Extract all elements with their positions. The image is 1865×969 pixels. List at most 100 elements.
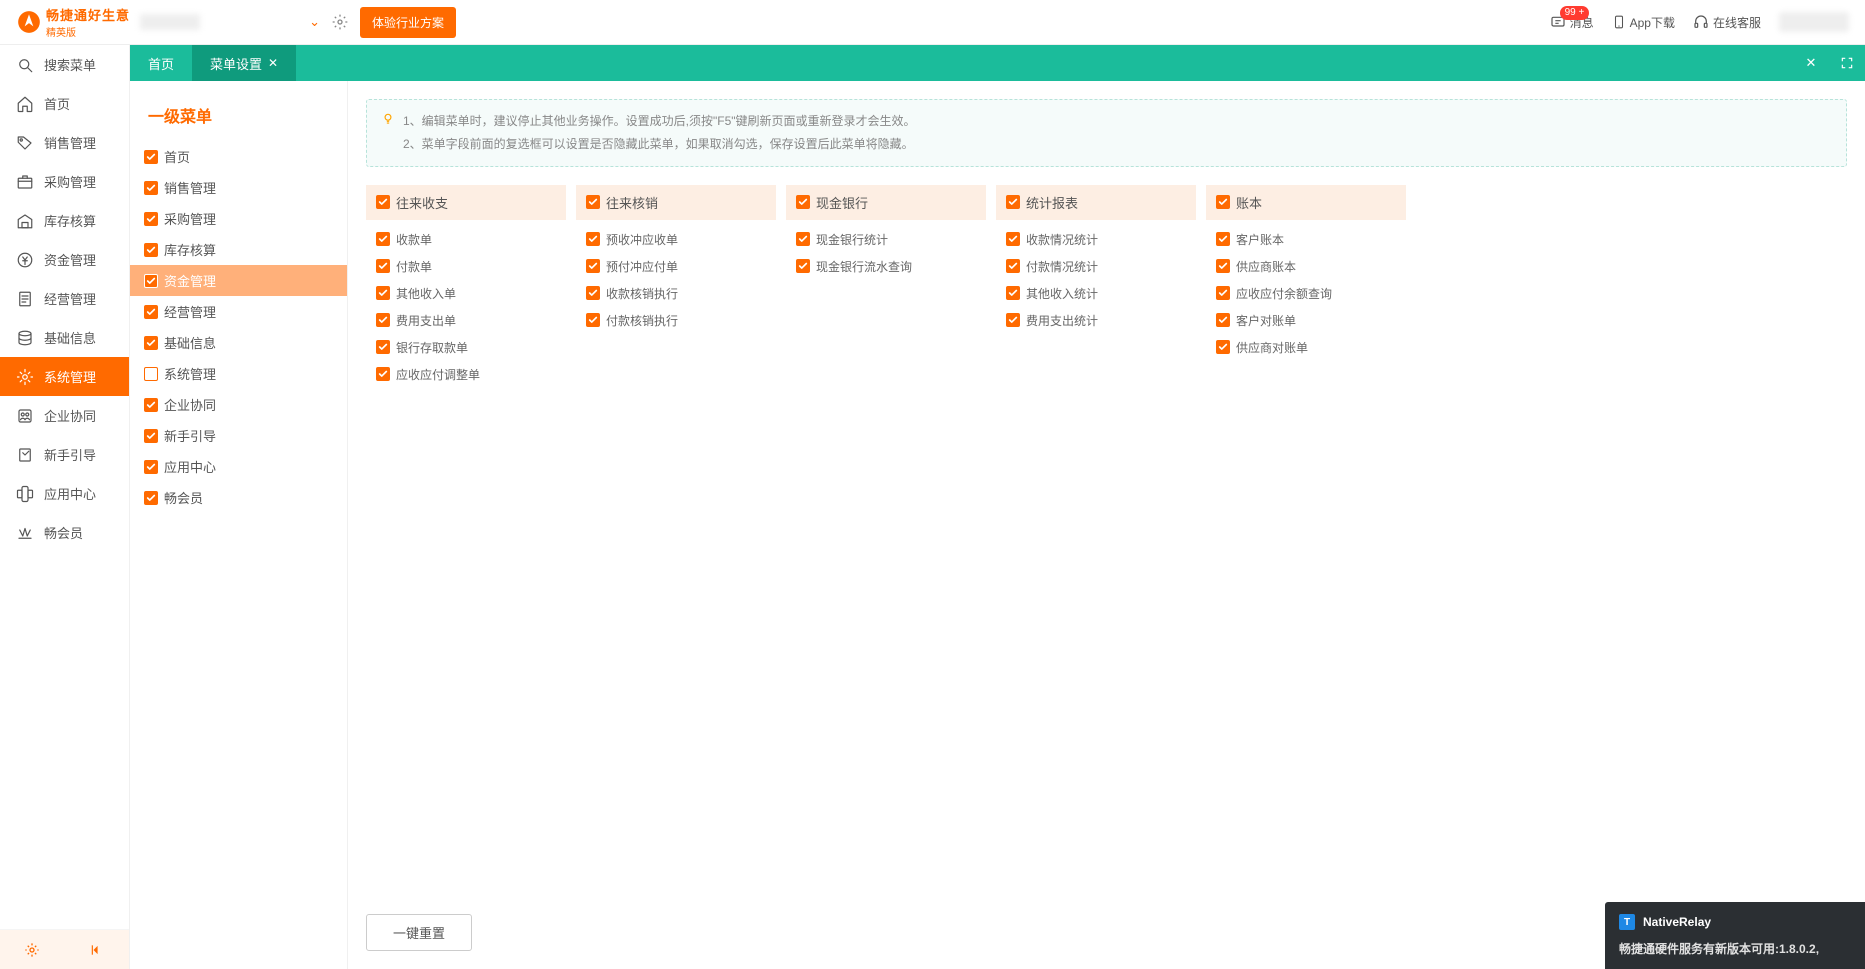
sidebar-item-12[interactable]: 畅会员 — [0, 513, 129, 552]
checkbox[interactable] — [586, 286, 600, 300]
footer-settings-button[interactable] — [0, 930, 65, 969]
checkbox[interactable] — [144, 305, 158, 319]
sub-menu-item[interactable]: 供应商对账单 — [1210, 334, 1402, 361]
level1-item-5[interactable]: 经营管理 — [130, 296, 347, 327]
checkbox[interactable] — [144, 367, 158, 381]
checkbox[interactable] — [586, 232, 600, 246]
sub-menu-item[interactable]: 预付冲应付单 — [580, 253, 772, 280]
reset-button[interactable]: 一键重置 — [366, 914, 472, 951]
sub-menu-item[interactable]: 应收应付余额查询 — [1210, 280, 1402, 307]
group-header[interactable]: 往来核销 — [576, 185, 776, 220]
sidebar-item-7[interactable]: 基础信息 — [0, 318, 129, 357]
checkbox[interactable] — [1006, 232, 1020, 246]
close-icon[interactable]: ✕ — [268, 56, 278, 70]
level1-item-2[interactable]: 采购管理 — [130, 203, 347, 234]
level1-item-0[interactable]: 首页 — [130, 141, 347, 172]
sub-menu-item[interactable]: 应收应付调整单 — [370, 361, 562, 388]
checkbox[interactable] — [144, 243, 158, 257]
sub-menu-item[interactable]: 费用支出统计 — [1000, 307, 1192, 334]
group-header[interactable]: 账本 — [1206, 185, 1406, 220]
sub-menu-item[interactable]: 其他收入统计 — [1000, 280, 1192, 307]
checkbox[interactable] — [796, 232, 810, 246]
level1-item-1[interactable]: 销售管理 — [130, 172, 347, 203]
settings-icon[interactable] — [332, 14, 348, 30]
group-header[interactable]: 统计报表 — [996, 185, 1196, 220]
sub-menu-item[interactable]: 付款情况统计 — [1000, 253, 1192, 280]
sidebar-item-1[interactable]: 首页 — [0, 84, 129, 123]
level1-item-7[interactable]: 系统管理 — [130, 358, 347, 389]
org-selector[interactable]: ⌄ — [140, 14, 320, 30]
group-header[interactable]: 现金银行 — [786, 185, 986, 220]
sub-menu-item[interactable]: 银行存取款单 — [370, 334, 562, 361]
sidebar-item-3[interactable]: 采购管理 — [0, 162, 129, 201]
level1-item-11[interactable]: 畅会员 — [130, 482, 347, 513]
checkbox[interactable] — [796, 259, 810, 273]
tab-menu-settings[interactable]: 菜单设置 ✕ — [192, 45, 296, 81]
sub-menu-item[interactable]: 付款核销执行 — [580, 307, 772, 334]
sidebar-item-10[interactable]: 新手引导 — [0, 435, 129, 474]
checkbox[interactable] — [586, 259, 600, 273]
checkbox[interactable] — [144, 212, 158, 226]
checkbox[interactable] — [796, 195, 810, 209]
checkbox[interactable] — [1006, 259, 1020, 273]
sidebar-item-2[interactable]: 销售管理 — [0, 123, 129, 162]
checkbox[interactable] — [144, 460, 158, 474]
customer-service-button[interactable]: 在线客服 — [1693, 14, 1761, 31]
sub-menu-item[interactable]: 客户对账单 — [1210, 307, 1402, 334]
checkbox[interactable] — [376, 340, 390, 354]
sidebar-item-4[interactable]: 库存核算 — [0, 201, 129, 240]
checkbox[interactable] — [144, 336, 158, 350]
checkbox[interactable] — [144, 150, 158, 164]
footer-collapse-button[interactable] — [65, 930, 130, 969]
level1-item-9[interactable]: 新手引导 — [130, 420, 347, 451]
sub-menu-item[interactable]: 其他收入单 — [370, 280, 562, 307]
checkbox[interactable] — [1216, 313, 1230, 327]
level1-item-10[interactable]: 应用中心 — [130, 451, 347, 482]
sidebar-item-5[interactable]: 资金管理 — [0, 240, 129, 279]
sub-menu-item[interactable]: 客户账本 — [1210, 226, 1402, 253]
sub-menu-item[interactable]: 收款单 — [370, 226, 562, 253]
sub-menu-item[interactable]: 供应商账本 — [1210, 253, 1402, 280]
checkbox[interactable] — [144, 181, 158, 195]
sub-menu-item[interactable]: 现金银行流水查询 — [790, 253, 982, 280]
tab-close-all-button[interactable]: ✕ — [1793, 45, 1829, 81]
group-header[interactable]: 往来收支 — [366, 185, 566, 220]
checkbox[interactable] — [586, 313, 600, 327]
checkbox[interactable] — [1216, 286, 1230, 300]
sidebar-item-9[interactable]: 企业协同 — [0, 396, 129, 435]
checkbox[interactable] — [376, 195, 390, 209]
sidebar-item-11[interactable]: 应用中心 — [0, 474, 129, 513]
checkbox[interactable] — [376, 286, 390, 300]
app-download-button[interactable]: App下载 — [1612, 14, 1675, 31]
checkbox[interactable] — [144, 398, 158, 412]
checkbox[interactable] — [1216, 259, 1230, 273]
checkbox[interactable] — [376, 367, 390, 381]
sub-menu-item[interactable]: 费用支出单 — [370, 307, 562, 334]
checkbox[interactable] — [376, 313, 390, 327]
checkbox[interactable] — [1216, 232, 1230, 246]
messages-button[interactable]: 99 + 消息 — [1550, 14, 1594, 31]
industry-plan-button[interactable]: 体验行业方案 — [360, 7, 456, 38]
tab-home[interactable]: 首页 — [130, 45, 192, 81]
sub-menu-item[interactable]: 付款单 — [370, 253, 562, 280]
checkbox[interactable] — [1006, 286, 1020, 300]
checkbox[interactable] — [144, 274, 158, 288]
checkbox[interactable] — [586, 195, 600, 209]
checkbox[interactable] — [1006, 195, 1020, 209]
sub-menu-item[interactable]: 预收冲应收单 — [580, 226, 772, 253]
sidebar-item-6[interactable]: 经营管理 — [0, 279, 129, 318]
level1-item-3[interactable]: 库存核算 — [130, 234, 347, 265]
sub-menu-item[interactable]: 现金银行统计 — [790, 226, 982, 253]
checkbox[interactable] — [376, 232, 390, 246]
level1-item-4[interactable]: 资金管理 — [130, 265, 347, 296]
fullscreen-button[interactable] — [1829, 45, 1865, 81]
sub-menu-item[interactable]: 收款情况统计 — [1000, 226, 1192, 253]
sidebar-item-0[interactable]: 搜索菜单 — [0, 45, 129, 84]
level1-item-6[interactable]: 基础信息 — [130, 327, 347, 358]
checkbox[interactable] — [1006, 313, 1020, 327]
checkbox[interactable] — [1216, 340, 1230, 354]
user-avatar[interactable] — [1779, 12, 1849, 32]
sidebar-item-8[interactable]: 系统管理 — [0, 357, 129, 396]
sub-menu-item[interactable]: 收款核销执行 — [580, 280, 772, 307]
checkbox[interactable] — [1216, 195, 1230, 209]
